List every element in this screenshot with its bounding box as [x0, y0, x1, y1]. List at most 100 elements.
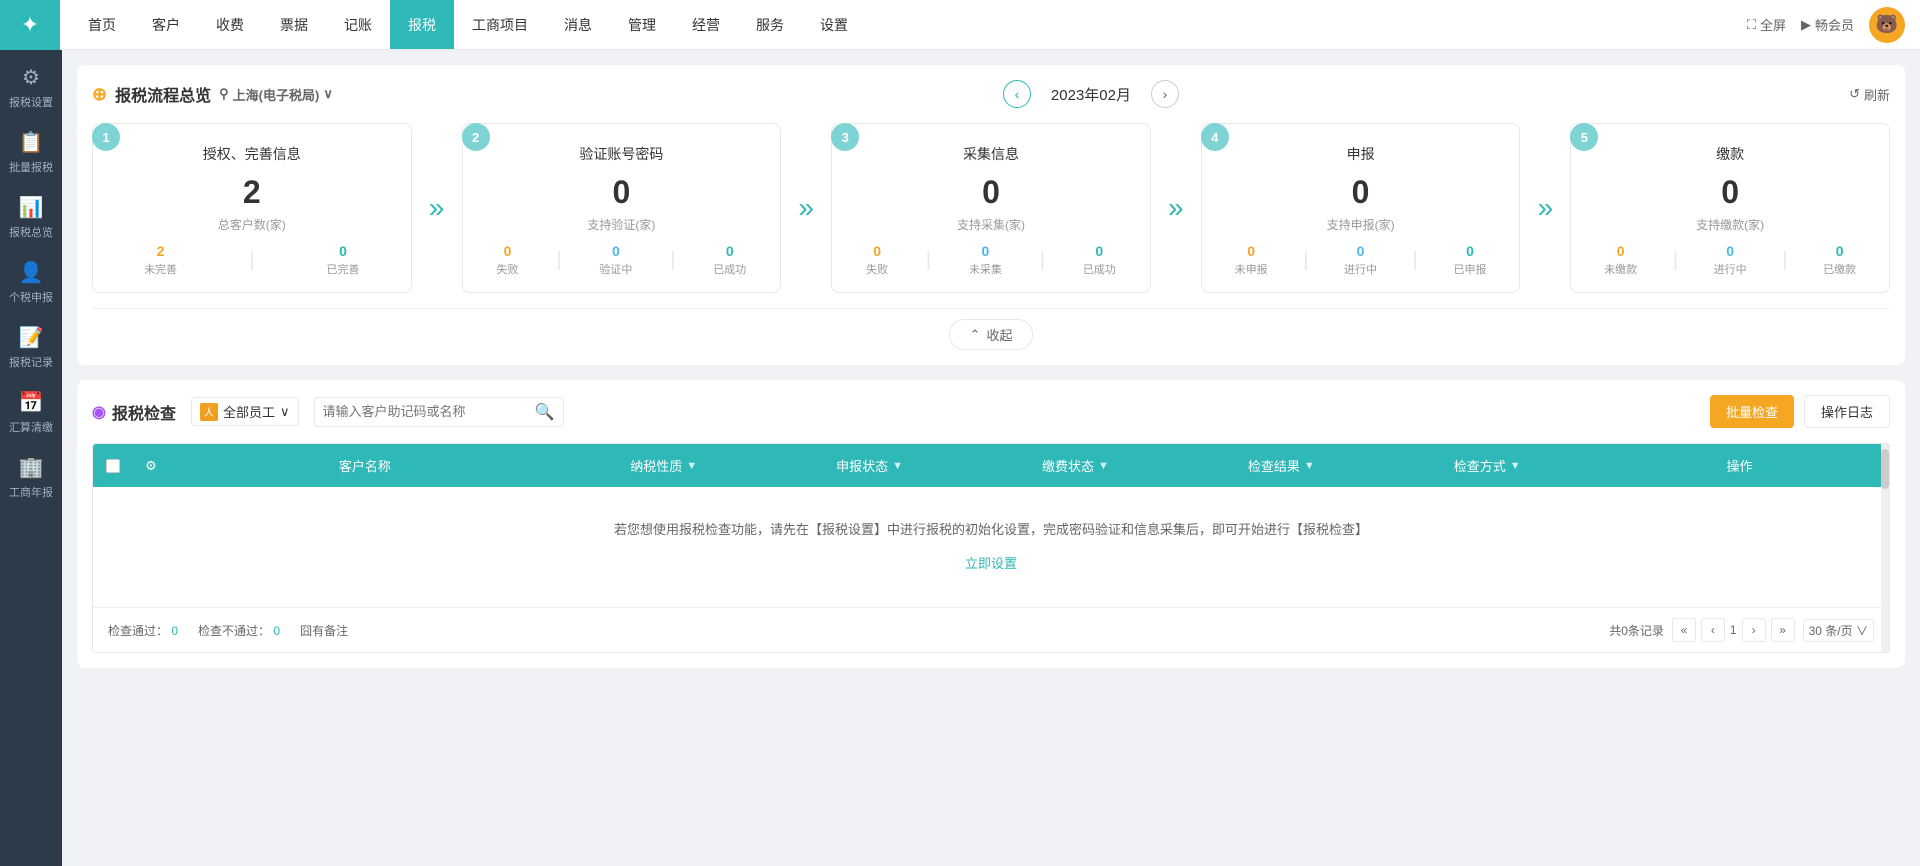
sidebar-icon-4: 📝	[19, 325, 44, 350]
note-label: 囧有备注	[300, 622, 348, 639]
sub-label-1-0: 失败	[497, 261, 519, 277]
flow-title: ⊕ 报税流程总览 ⚲ 上海(电子税局) ∨	[92, 82, 333, 106]
sub-num-0-0: 2	[157, 243, 165, 259]
filter-icon-4[interactable]: ▼	[1304, 460, 1315, 472]
collapse-btn[interactable]: ⌃ 收起	[949, 319, 1034, 350]
nav-item-记账[interactable]: 记账	[326, 0, 390, 49]
divider: |	[1413, 249, 1418, 272]
nav-item-首页[interactable]: 首页	[70, 0, 134, 49]
search-icon[interactable]: 🔍	[535, 402, 555, 422]
step-num-1: 2	[462, 123, 490, 151]
fail-count[interactable]: 0	[273, 624, 280, 638]
empty-message: 若您想使用报税检查功能，请先在【报税设置】中进行报税的初始化设置，完成密码验证和…	[614, 517, 1368, 577]
nav-item-工商项目[interactable]: 工商项目	[454, 0, 546, 49]
sub-num-0-1: 0	[339, 243, 347, 259]
filter-icon-5[interactable]: ▼	[1510, 460, 1521, 472]
per-page-selector[interactable]: 30 条/页 ∨	[1803, 619, 1874, 642]
dropdown-icon: ∨	[280, 404, 290, 420]
divider: |	[670, 249, 675, 272]
nav-item-服务[interactable]: 服务	[738, 0, 802, 49]
nav-item-管理[interactable]: 管理	[610, 0, 674, 49]
first-page-btn[interactable]: «	[1672, 618, 1696, 642]
nav-item-客户[interactable]: 客户	[134, 0, 198, 49]
nav-item-消息[interactable]: 消息	[546, 0, 610, 49]
sidebar-item-5[interactable]: 📅汇算清缴	[0, 380, 62, 445]
sidebar-item-0[interactable]: ⚙报税设置	[0, 55, 62, 120]
sidebar-icon-3: 👤	[19, 260, 44, 285]
batch-check-button[interactable]: 批量检查	[1710, 395, 1794, 428]
sub-label-3-0: 未申报	[1235, 261, 1268, 277]
sidebar-item-1[interactable]: 📋批量报税	[0, 120, 62, 185]
sidebar-item-3[interactable]: 👤个税申报	[0, 250, 62, 315]
chevron-down-icon: ∨	[323, 86, 333, 102]
sub-num-4-2: 0	[1836, 243, 1844, 259]
check-title-text: 报税检查	[112, 400, 176, 424]
nav-item-收费[interactable]: 收费	[198, 0, 262, 49]
prev-page-btn[interactable]: ‹	[1701, 618, 1725, 642]
nav-item-设置[interactable]: 设置	[802, 0, 866, 49]
filter-icon-1[interactable]: ▼	[686, 460, 697, 472]
th-check-method: 检查方式 ▼	[1384, 444, 1590, 487]
th-checkbox[interactable]	[93, 444, 133, 487]
flow-overview-card: ⊕ 报税流程总览 ⚲ 上海(电子税局) ∨ ‹ 2023年02月 › ↺ 刷新 …	[77, 65, 1905, 365]
sub-num-2-1: 0	[982, 243, 990, 259]
sidebar-item-2[interactable]: 📊报税总览	[0, 185, 62, 250]
step-title-3: 申报	[1217, 144, 1505, 164]
th-gear[interactable]: ⚙	[133, 444, 169, 487]
refresh-btn[interactable]: ↺ 刷新	[1849, 85, 1890, 104]
step-sub-row-1: 0 失败 | 0 验证中 | 0 已成功	[478, 243, 766, 277]
step-sub-row-2: 0 失败 | 0 未采集 | 0 已成功	[847, 243, 1135, 277]
sidebar-item-6[interactable]: 🏢工商年报	[0, 445, 62, 510]
divider: |	[1040, 249, 1045, 272]
search-input[interactable]	[323, 404, 535, 419]
member-btn[interactable]: ▶ 畅会员	[1801, 15, 1854, 34]
header-checkbox[interactable]	[106, 459, 120, 473]
prev-month-btn[interactable]: ‹	[1003, 80, 1031, 108]
check-title: ◉ 报税检查	[92, 400, 176, 424]
next-month-btn[interactable]: ›	[1151, 80, 1179, 108]
operation-log-button[interactable]: 操作日志	[1804, 395, 1890, 428]
step-arrow-3: »	[1151, 192, 1201, 224]
step-title-2: 采集信息	[847, 144, 1135, 164]
filter-icon-3[interactable]: ▼	[1098, 460, 1109, 472]
step-sub-item-1-0: 0 失败	[497, 243, 519, 277]
pass-count[interactable]: 0	[171, 624, 178, 638]
purple-circle-icon: ◉	[92, 402, 106, 422]
nav-item-票据[interactable]: 票据	[262, 0, 326, 49]
scrollbar-thumb[interactable]	[1881, 449, 1889, 489]
nav-right: ⛶ 全屏 ▶ 畅会员 🐻	[1747, 7, 1920, 43]
nav-item-经营[interactable]: 经营	[674, 0, 738, 49]
next-page-btn[interactable]: ›	[1742, 618, 1766, 642]
fullscreen-icon: ⛶	[1747, 17, 1756, 33]
refresh-label: 刷新	[1864, 85, 1890, 104]
sub-label-4-2: 已缴款	[1823, 261, 1856, 277]
sidebar-item-4[interactable]: 📝 报税记录	[0, 315, 62, 380]
step-sub-item-0-0: 2 未完善	[144, 243, 177, 277]
last-page-btn[interactable]: »	[1771, 618, 1795, 642]
step-sub-item-3-0: 0 未申报	[1235, 243, 1268, 277]
logo: ✦	[0, 0, 60, 50]
sub-num-1-0: 0	[504, 243, 512, 259]
sub-label-0-1: 已完善	[327, 261, 360, 277]
steps-row: 1 授权、完善信息 2 总客户数(家) 2 未完善 | 0 已完善 » 2 验证…	[92, 123, 1890, 293]
sidebar-label-5: 汇算清缴	[9, 419, 53, 435]
employee-selector[interactable]: 人 全部员工 ∨	[191, 397, 299, 426]
table-footer: 检查通过： 0 检查不通过： 0 囧有备注 共0条记录 « ‹ 1	[93, 607, 1889, 652]
flow-header: ⊕ 报税流程总览 ⚲ 上海(电子税局) ∨ ‹ 2023年02月 › ↺ 刷新	[92, 80, 1890, 108]
fail-label: 检查不通过： 0	[198, 622, 280, 639]
collapse-icon: ⌃	[970, 327, 981, 343]
th-declare-status: 申报状态 ▼	[767, 444, 973, 487]
fullscreen-btn[interactable]: ⛶ 全屏	[1747, 15, 1786, 34]
table-scrollbar[interactable]	[1881, 444, 1889, 652]
setup-link[interactable]: 立即设置	[965, 556, 1017, 571]
step-title-0: 授权、完善信息	[108, 144, 396, 164]
filter-icon-2[interactable]: ▼	[892, 460, 903, 472]
step-count-1: 0	[478, 174, 766, 211]
empty-msg-text: 若您想使用报税检查功能，请先在【报税设置】中进行报税的初始化设置，完成密码验证和…	[614, 517, 1368, 543]
flow-location[interactable]: ⚲ 上海(电子税局) ∨	[219, 85, 333, 104]
step-sub-item-1-1: 0 验证中	[599, 243, 632, 277]
nav-item-报税[interactable]: 报税	[390, 0, 454, 49]
sidebar-label-4: 报税记录	[9, 354, 53, 370]
sub-num-1-2: 0	[726, 243, 734, 259]
sidebar-icon-1: 📋	[19, 130, 44, 155]
